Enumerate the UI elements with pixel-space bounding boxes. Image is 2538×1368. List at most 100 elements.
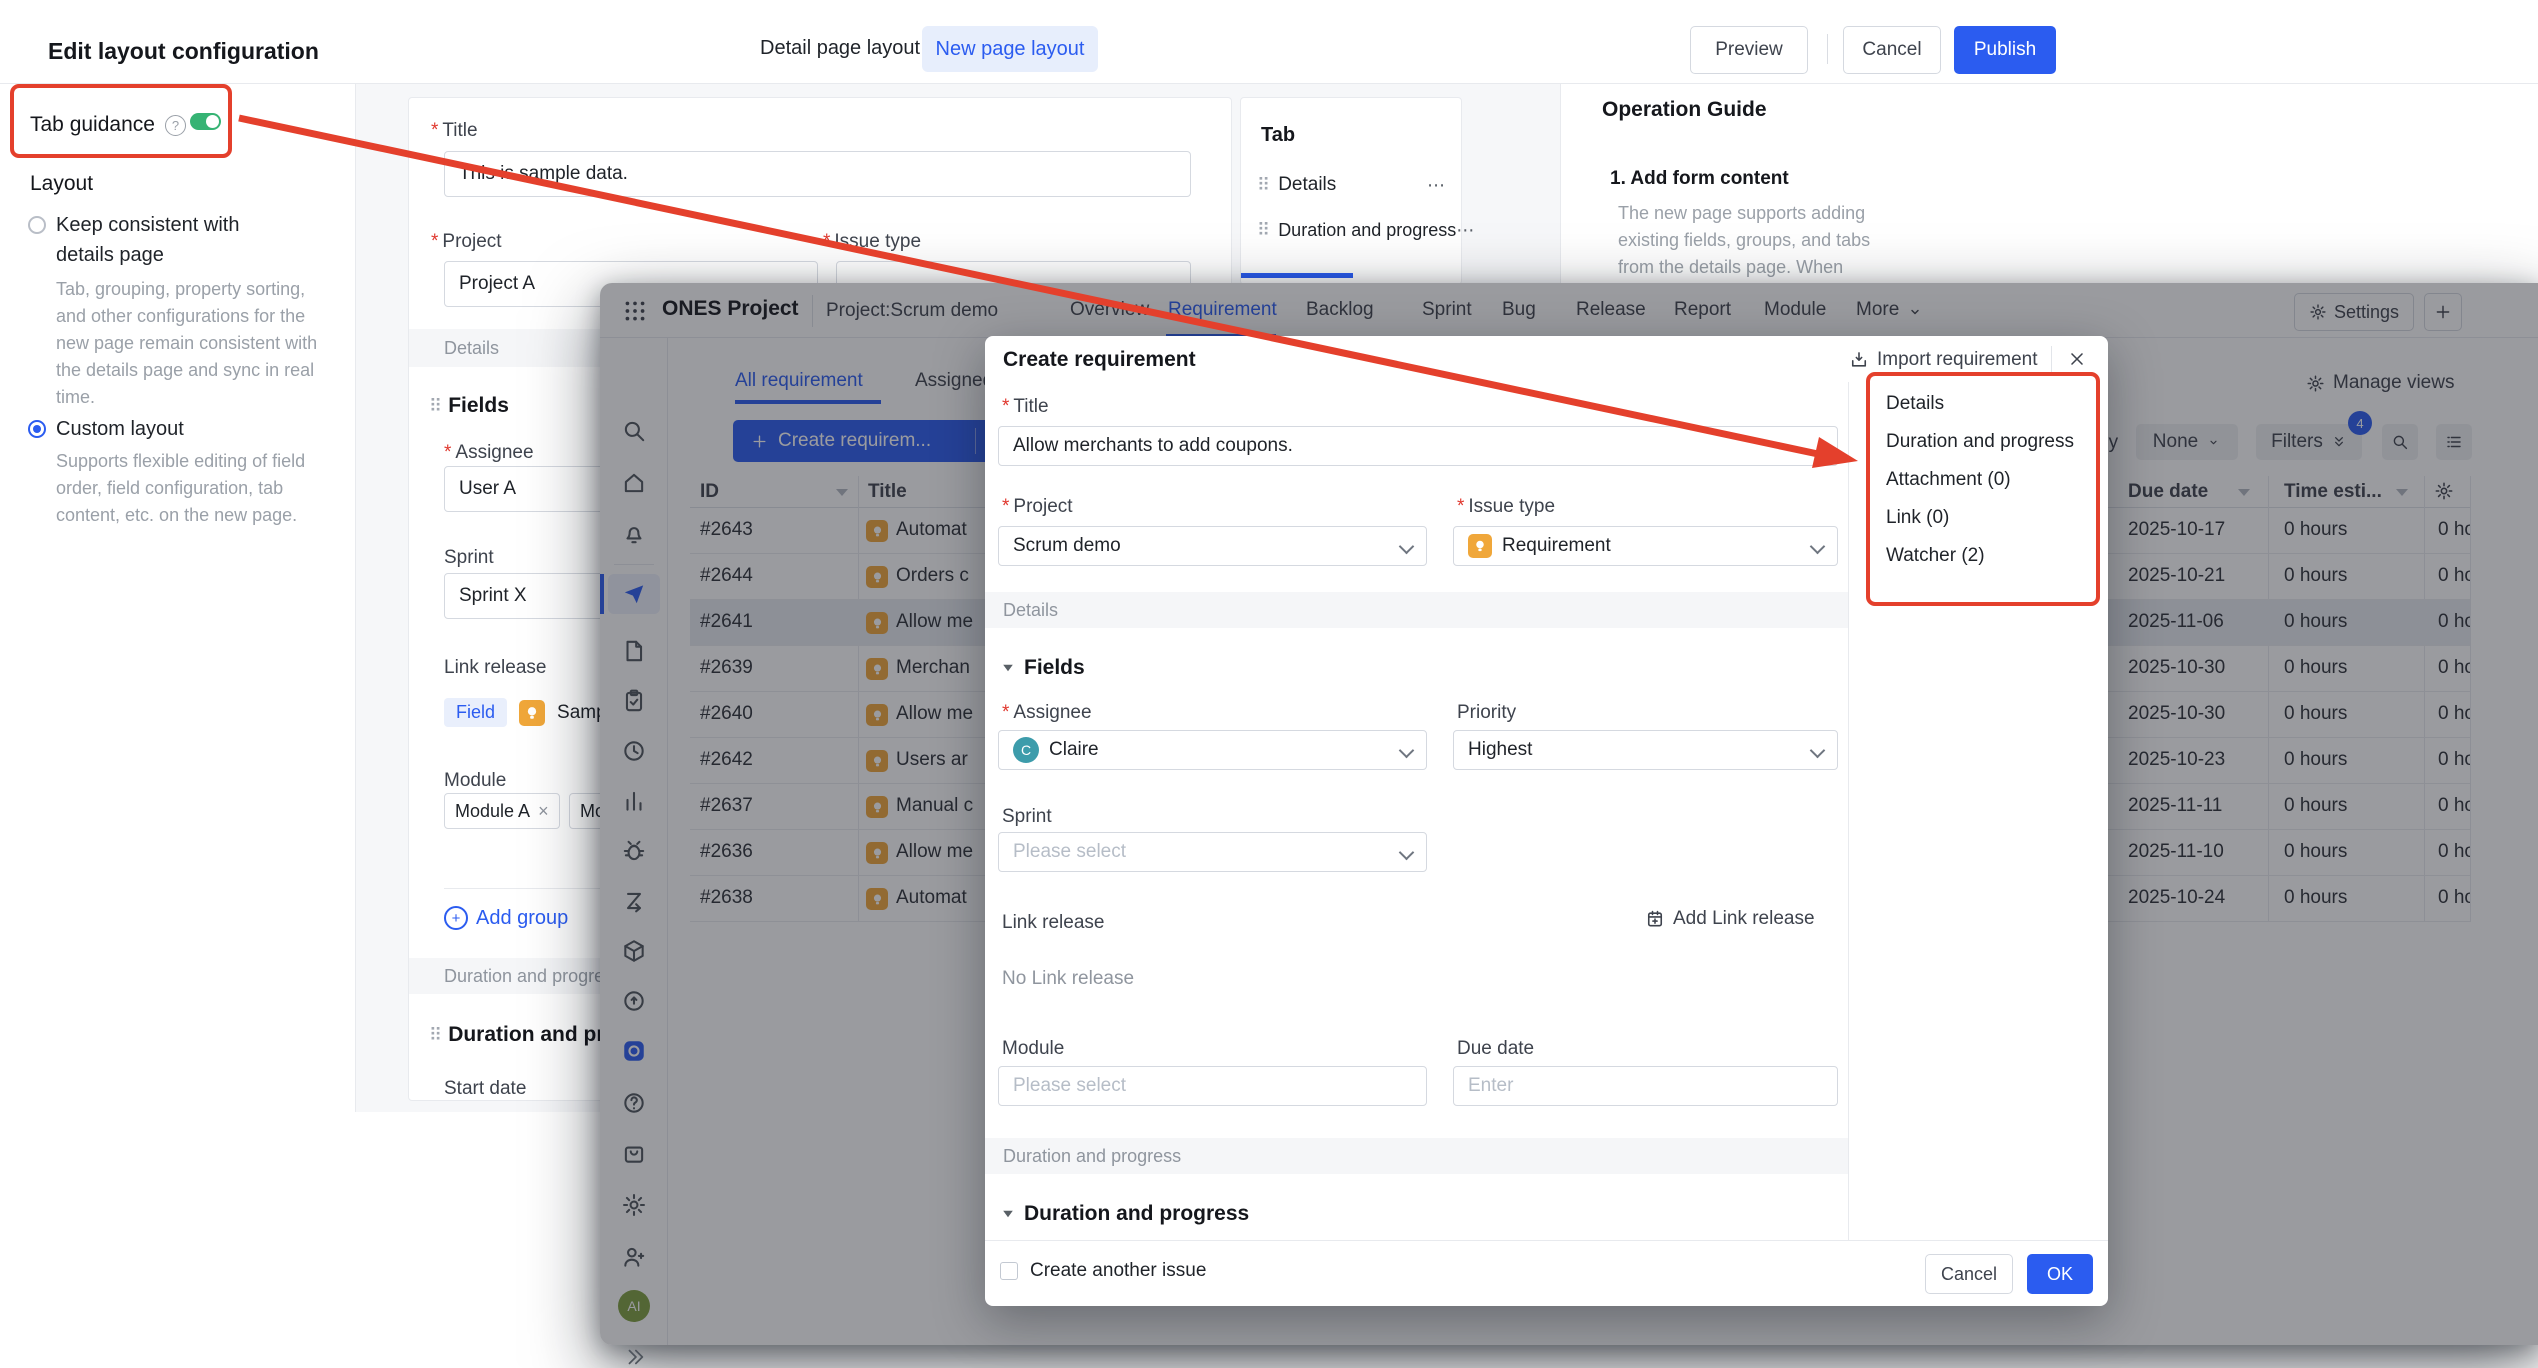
add-group-button[interactable]: + Add group [444, 906, 568, 930]
sidebar-divider [355, 84, 356, 1112]
option-custom-layout-label[interactable]: Custom layout [56, 414, 184, 444]
duration-section-heading[interactable]: Duration and progress [1002, 1202, 1249, 1226]
page-title: Edit layout configuration [48, 38, 319, 64]
tab-item-details[interactable]: ⠿ Details ⋯ [1257, 174, 1445, 196]
title-input[interactable]: This is sample data. [444, 151, 1191, 197]
tab-guidance-row: Tab guidance ? [30, 113, 186, 137]
tab-config-card: Tab ⠿ Details ⋯ ⠿ Duration and progress … [1240, 97, 1474, 285]
rail-tab-watcher[interactable]: Watcher (2) [1886, 545, 1985, 567]
title-label: Title [1002, 396, 1048, 418]
issue-type-select[interactable]: Requirement [1453, 526, 1838, 566]
collapse-icon [1003, 1210, 1013, 1218]
chevron-down-icon [1809, 742, 1826, 758]
title-label: Title [431, 120, 477, 142]
requirement-type-icon [1468, 534, 1492, 558]
fields-group-heading[interactable]: ⠿ Fields [429, 394, 509, 418]
details-section-band: Details [985, 592, 1848, 628]
calendar-plus-icon [1645, 909, 1665, 929]
priority-label: Priority [1457, 702, 1517, 723]
tab-guidance-toggle[interactable] [190, 113, 221, 130]
priority-select[interactable]: Highest [1453, 730, 1838, 770]
add-link-release-button[interactable]: Add Link release [1645, 908, 1815, 930]
plus-circle-icon: + [444, 906, 468, 930]
screen: Edit layout configuration Detail page la… [0, 0, 2538, 1368]
guide-line-2: existing fields, groups, and tabs [1618, 230, 1871, 250]
sprint-label: Sprint [1002, 806, 1052, 827]
help-icon[interactable]: ? [164, 114, 186, 136]
expand-rail-icon[interactable] [624, 1346, 646, 1368]
cancel-button[interactable]: Cancel [1843, 26, 1941, 74]
chevron-down-icon [1398, 742, 1415, 758]
layout-heading: Layout [30, 172, 94, 195]
drag-handle-icon[interactable]: ⠿ [429, 1025, 442, 1046]
chevron-down-icon [1398, 538, 1415, 554]
fields-section-heading[interactable]: Fields [1002, 656, 1085, 680]
drag-indicator [1241, 273, 1353, 278]
assignee-select[interactable]: C Claire [998, 730, 1427, 770]
guide-line-3: from the details page. When [1618, 257, 1844, 277]
modal-title: Create requirement [1003, 348, 1196, 371]
module-select[interactable]: Please select [998, 1066, 1427, 1106]
drag-handle-icon[interactable]: ⠿ [429, 396, 442, 417]
tab-card-heading: Tab [1261, 124, 1296, 146]
requirement-type-icon [519, 699, 546, 726]
tab-guidance-label: Tab guidance [30, 113, 155, 136]
option-custom-layout-desc: Supports flexible editing of field order… [56, 451, 306, 525]
link-release-label: Link release [444, 657, 547, 678]
issue-type-label: Issue type [823, 231, 921, 253]
no-link-release-text: No Link release [1002, 968, 1135, 989]
chevron-down-icon [1398, 844, 1415, 860]
radio-keep-consistent[interactable] [28, 216, 46, 234]
create-another-checkbox[interactable] [1000, 1262, 1018, 1280]
rail-tab-details[interactable]: Details [1886, 393, 1944, 415]
project-select[interactable]: Scrum demo [998, 526, 1427, 566]
guide-line-1: The new page supports adding [1618, 203, 1866, 223]
title-input[interactable]: Allow merchants to add coupons. [998, 426, 1838, 466]
tab-detail-page-layout[interactable]: Detail page layout [760, 37, 920, 60]
remove-chip-icon[interactable]: × [538, 801, 549, 822]
modal-header: Create requirement Import requirement [985, 336, 2108, 382]
field-chip: Field [444, 698, 508, 727]
sprint-select[interactable]: Please select [998, 832, 1427, 872]
module-label: Module [1002, 1038, 1065, 1059]
drag-handle-icon[interactable]: ⠿ [1257, 220, 1270, 241]
option-keep-consistent-label[interactable]: Keep consistent with details page [56, 210, 296, 270]
publish-button[interactable]: Publish [1954, 26, 2056, 74]
modal-cancel-button[interactable]: Cancel [1925, 1254, 2013, 1294]
import-icon [1849, 350, 1869, 370]
guide-divider [1560, 84, 1561, 283]
drag-handle-icon[interactable]: ⠿ [1257, 175, 1270, 196]
rail-tab-attachment[interactable]: Attachment (0) [1886, 469, 2011, 491]
assignee-avatar: C [1013, 737, 1039, 763]
preview-button[interactable]: Preview [1690, 26, 1808, 74]
create-requirement-modal: Create requirement Import requirement De… [985, 336, 2108, 1306]
tab-new-page-layout[interactable]: New page layout [922, 26, 1098, 72]
more-actions-icon[interactable]: ⋯ [1456, 220, 1474, 241]
button-separator [1827, 34, 1828, 64]
sprint-label: Sprint [444, 547, 494, 568]
create-another-label[interactable]: Create another issue [1030, 1260, 1206, 1282]
module-label: Module [444, 770, 507, 791]
rail-tab-link[interactable]: Link (0) [1886, 507, 1949, 529]
link-release-label: Link release [1002, 912, 1105, 933]
rail-tab-duration[interactable]: Duration and progress [1886, 431, 2074, 453]
tab-item-duration[interactable]: ⠿ Duration and progress ⋯ [1257, 220, 1474, 241]
module-chip-a[interactable]: Module A × [444, 793, 560, 829]
assignee-label: Assignee [1002, 702, 1091, 724]
duration-section-band: Duration and progress [985, 1138, 1848, 1174]
close-icon[interactable] [2067, 349, 2087, 369]
create-another-row: Create another issue [1000, 1260, 1206, 1282]
due-date-label: Due date [1457, 1038, 1535, 1059]
issue-type-label: Issue type [1457, 496, 1555, 518]
more-actions-icon[interactable]: ⋯ [1427, 175, 1445, 196]
chevron-down-icon [1809, 538, 1826, 554]
collapse-icon [1003, 664, 1013, 672]
operation-guide-heading: Operation Guide [1602, 98, 1767, 121]
project-label: Project [1002, 496, 1072, 518]
due-date-input[interactable]: Enter [1453, 1066, 1838, 1106]
option-keep-consistent-desc: Tab, grouping, property sorting, and oth… [56, 279, 318, 407]
radio-custom-layout[interactable] [28, 420, 46, 438]
modal-ok-button[interactable]: OK [2027, 1254, 2093, 1294]
import-requirement-button[interactable]: Import requirement [1849, 349, 2038, 371]
start-date-label: Start date [444, 1078, 527, 1099]
